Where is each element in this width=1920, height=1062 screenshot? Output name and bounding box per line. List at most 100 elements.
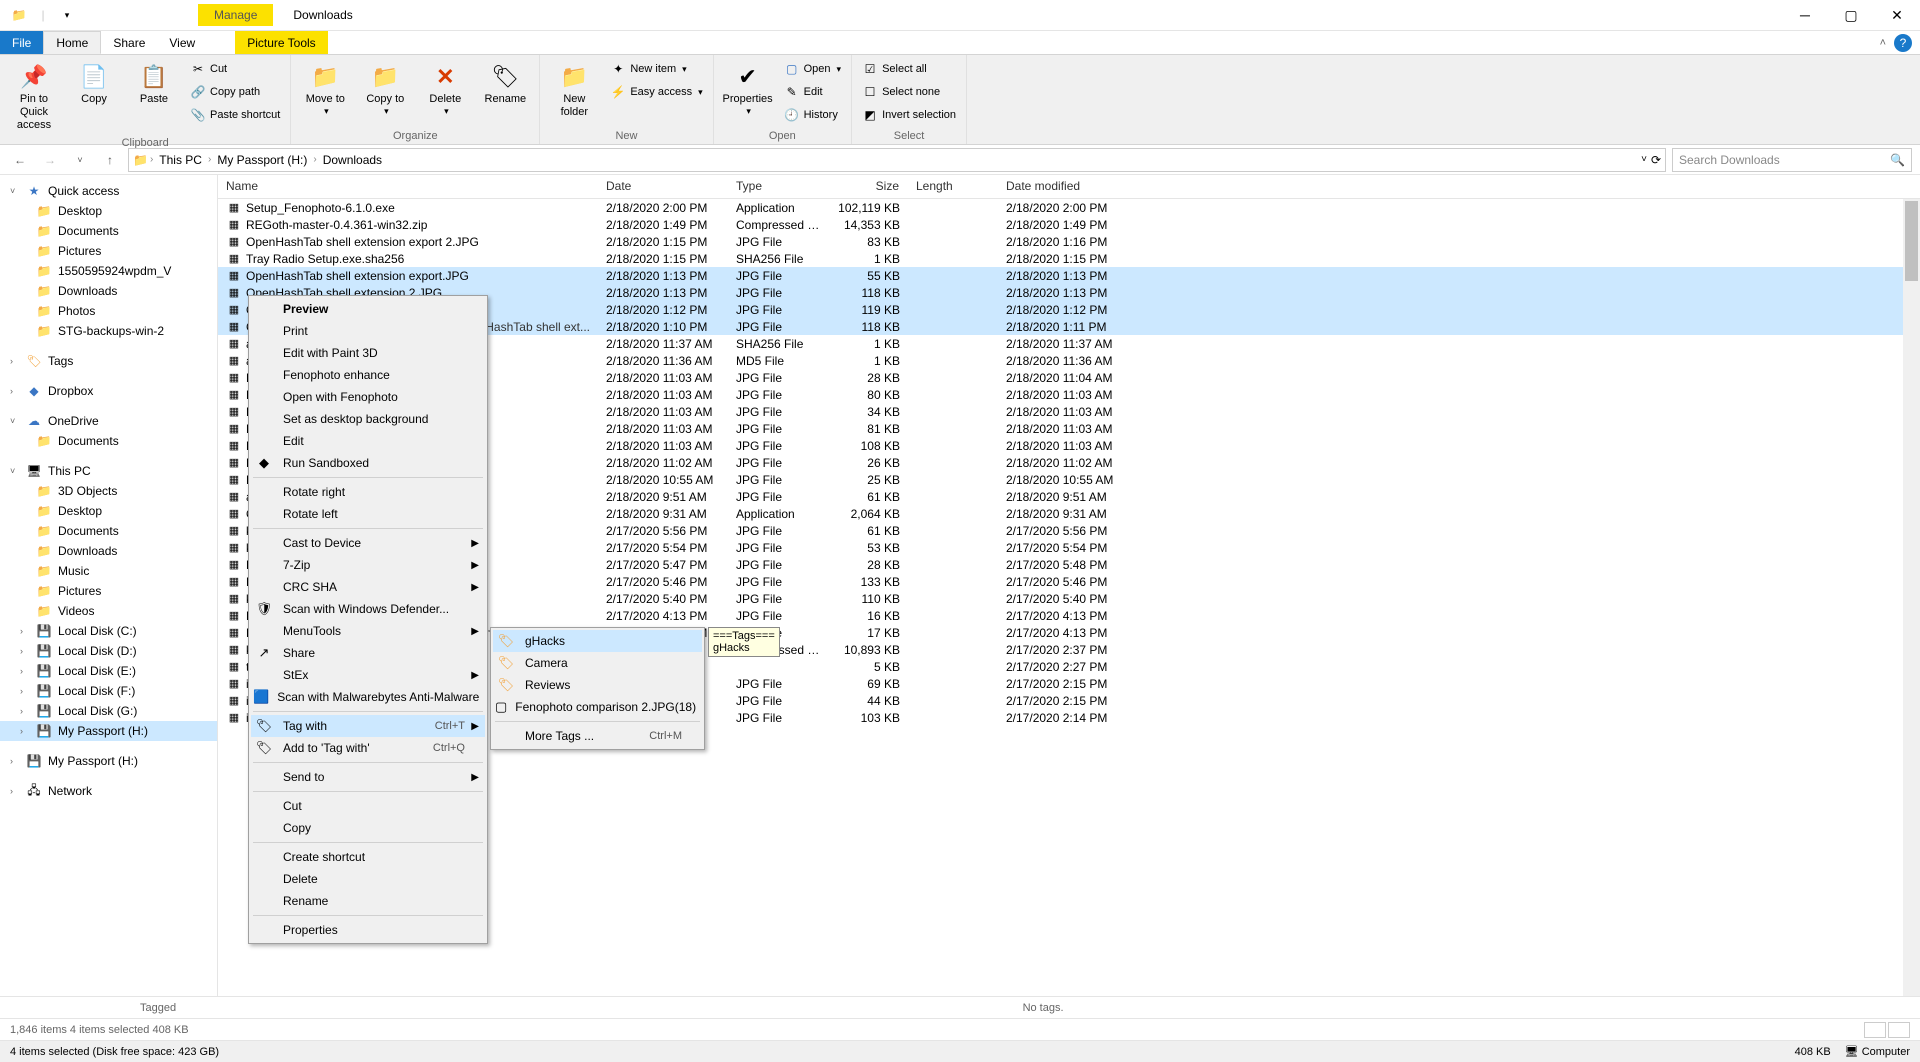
submenu-fenophoto-comparison-2-jpg-18-[interactable]: ▢Fenophoto comparison 2.JPG(18): [493, 696, 702, 718]
new-item-button[interactable]: ✦New item▾: [606, 59, 706, 79]
breadcrumb-seg-0[interactable]: This PC: [155, 153, 206, 167]
edit-button[interactable]: ✎Edit: [780, 82, 845, 102]
scrollbar-thumb[interactable]: [1905, 201, 1918, 281]
col-name[interactable]: Name: [218, 175, 598, 198]
table-row[interactable]: ▦OpenHashTab shell extension export 2.JP…: [218, 233, 1920, 250]
tag-with-submenu[interactable]: 🏷gHacks🏷Camera🏷Reviews▢Fenophoto compari…: [490, 627, 705, 750]
nav-pc-item[interactable]: 📁Downloads: [0, 541, 217, 561]
scrollbar[interactable]: [1903, 199, 1920, 996]
submenu-ghacks[interactable]: 🏷gHacks: [493, 630, 702, 652]
nav-qa-item[interactable]: 📁Pictures: [0, 241, 217, 261]
breadcrumb-dropdown-icon[interactable]: ˅: [1641, 154, 1647, 165]
nav-network[interactable]: ›🖧Network: [0, 781, 217, 801]
ctx-crc-sha[interactable]: CRC SHA▶: [251, 576, 485, 598]
nav-pc-item[interactable]: ›💾Local Disk (E:): [0, 661, 217, 681]
nav-pc-item[interactable]: ›💾Local Disk (F:): [0, 681, 217, 701]
file-list[interactable]: Name Date Type Size Length Date modified…: [218, 175, 1920, 996]
context-menu[interactable]: PreviewPrintEdit with Paint 3DFenophoto …: [248, 295, 488, 944]
nav-pc-item[interactable]: ›💾Local Disk (G:): [0, 701, 217, 721]
close-button[interactable]: ✕: [1874, 0, 1920, 31]
col-date[interactable]: Date: [598, 175, 728, 198]
ctx-fenophoto-enhance[interactable]: Fenophoto enhance: [251, 364, 485, 386]
ctx-edit[interactable]: Edit: [251, 430, 485, 452]
copy-to-button[interactable]: 📁Copy to▾: [357, 59, 413, 119]
table-row[interactable]: ▦Setup_Fenophoto-6.1.0.exe2/18/2020 2:00…: [218, 199, 1920, 216]
search-input[interactable]: Search Downloads 🔍: [1672, 148, 1912, 172]
ctx-7-zip[interactable]: 7-Zip▶: [251, 554, 485, 576]
tab-file[interactable]: File: [0, 31, 43, 54]
submenu-reviews[interactable]: 🏷Reviews: [493, 674, 702, 696]
ctx-create-shortcut[interactable]: Create shortcut: [251, 846, 485, 868]
tab-share[interactable]: Share: [101, 31, 157, 54]
nav-pc-item[interactable]: 📁Desktop: [0, 501, 217, 521]
ctx-open-with-fenophoto[interactable]: Open with Fenophoto: [251, 386, 485, 408]
col-type[interactable]: Type: [728, 175, 828, 198]
ctx-cast-to-device[interactable]: Cast to Device▶: [251, 532, 485, 554]
ctx-rename[interactable]: Rename: [251, 890, 485, 912]
view-details-button[interactable]: [1864, 1022, 1886, 1038]
ctx-send-to[interactable]: Send to▶: [251, 766, 485, 788]
help-icon[interactable]: ?: [1894, 34, 1912, 52]
nav-pc-item[interactable]: 📁Documents: [0, 521, 217, 541]
nav-pc-item[interactable]: ›💾Local Disk (D:): [0, 641, 217, 661]
invert-selection-button[interactable]: ◩Invert selection: [858, 105, 960, 125]
tab-home[interactable]: Home: [43, 31, 101, 54]
nav-pc-item[interactable]: 📁Pictures: [0, 581, 217, 601]
paste-shortcut-button[interactable]: 📎Paste shortcut: [186, 105, 284, 125]
rename-button[interactable]: 🏷Rename: [477, 59, 533, 108]
select-none-button[interactable]: ☐Select none: [858, 82, 960, 102]
history-button[interactable]: 🕘History: [780, 105, 845, 125]
ctx-edit-with-paint-3d[interactable]: Edit with Paint 3D: [251, 342, 485, 364]
nav-tags[interactable]: ›🏷Tags: [0, 351, 217, 371]
ctx-set-as-desktop-background[interactable]: Set as desktop background: [251, 408, 485, 430]
col-size[interactable]: Size: [828, 175, 908, 198]
ctx-share[interactable]: ↗Share: [251, 642, 485, 664]
submenu-camera[interactable]: 🏷Camera: [493, 652, 702, 674]
new-folder-button[interactable]: 📁New folder: [546, 59, 602, 121]
table-row[interactable]: ▦Tray Radio Setup.exe.sha2562/18/2020 1:…: [218, 250, 1920, 267]
nav-qa-item[interactable]: 📁STG-backups-win-2: [0, 321, 217, 341]
breadcrumb-seg-1[interactable]: My Passport (H:): [213, 153, 311, 167]
nav-pc-item[interactable]: 📁3D Objects: [0, 481, 217, 501]
column-headers[interactable]: Name Date Type Size Length Date modified: [218, 175, 1920, 199]
nav-pc-item[interactable]: 📁Music: [0, 561, 217, 581]
ctx-rotate-right[interactable]: Rotate right: [251, 481, 485, 503]
ctx-cut[interactable]: Cut: [251, 795, 485, 817]
contextual-tab-manage[interactable]: Manage: [198, 4, 273, 26]
back-button[interactable]: ←: [8, 148, 32, 172]
nav-qa-item[interactable]: 📁Downloads: [0, 281, 217, 301]
submenu-more-tags-[interactable]: More Tags ...Ctrl+M: [493, 725, 702, 747]
nav-qa-item[interactable]: 📁Photos: [0, 301, 217, 321]
ctx-tag-with[interactable]: 🏷Tag withCtrl+T▶: [251, 715, 485, 737]
ctx-run-sandboxed[interactable]: ◆Run Sandboxed: [251, 452, 485, 474]
nav-pc-item[interactable]: ›💾My Passport (H:): [0, 721, 217, 741]
nav-quick-access[interactable]: ˅★Quick access: [0, 181, 217, 201]
nav-my-passport[interactable]: ›💾My Passport (H:): [0, 751, 217, 771]
nav-this-pc[interactable]: ˅🖥This PC: [0, 461, 217, 481]
ctx-add-to-tag-with-[interactable]: 🏷Add to 'Tag with'Ctrl+Q: [251, 737, 485, 759]
view-icons-button[interactable]: [1888, 1022, 1910, 1038]
ctx-menutools[interactable]: MenuTools▶: [251, 620, 485, 642]
tab-view[interactable]: View: [157, 31, 207, 54]
col-length[interactable]: Length: [908, 175, 998, 198]
nav-pc-item[interactable]: ›💾Local Disk (C:): [0, 621, 217, 641]
ctx-stex[interactable]: StEx▶: [251, 664, 485, 686]
copy-button[interactable]: 📄Copy: [66, 59, 122, 108]
delete-button[interactable]: ✕Delete▾: [417, 59, 473, 119]
copy-path-button[interactable]: 🔗Copy path: [186, 82, 284, 102]
ctx-delete[interactable]: Delete: [251, 868, 485, 890]
tab-picture-tools[interactable]: Picture Tools: [235, 31, 327, 54]
nav-dropbox[interactable]: ›◆Dropbox: [0, 381, 217, 401]
breadcrumb[interactable]: 📁 › This PC› My Passport (H:)› Downloads…: [128, 148, 1666, 172]
pin-quick-access-button[interactable]: 📌Pin to Quick access: [6, 59, 62, 135]
easy-access-button[interactable]: ⚡Easy access▾: [606, 82, 706, 102]
nav-qa-item[interactable]: 📁Desktop: [0, 201, 217, 221]
nav-qa-item[interactable]: 📁Documents: [0, 221, 217, 241]
up-button[interactable]: ↑: [98, 148, 122, 172]
recent-dropdown[interactable]: ˅: [68, 148, 92, 172]
ctx-rotate-left[interactable]: Rotate left: [251, 503, 485, 525]
ctx-scan-with-malwarebytes-anti-malware[interactable]: 🟦Scan with Malwarebytes Anti-Malware: [251, 686, 485, 708]
table-row[interactable]: ▦REGoth-master-0.4.361-win32.zip2/18/202…: [218, 216, 1920, 233]
minimize-button[interactable]: ─: [1782, 0, 1828, 31]
properties-button[interactable]: ✔Properties▾: [720, 59, 776, 119]
